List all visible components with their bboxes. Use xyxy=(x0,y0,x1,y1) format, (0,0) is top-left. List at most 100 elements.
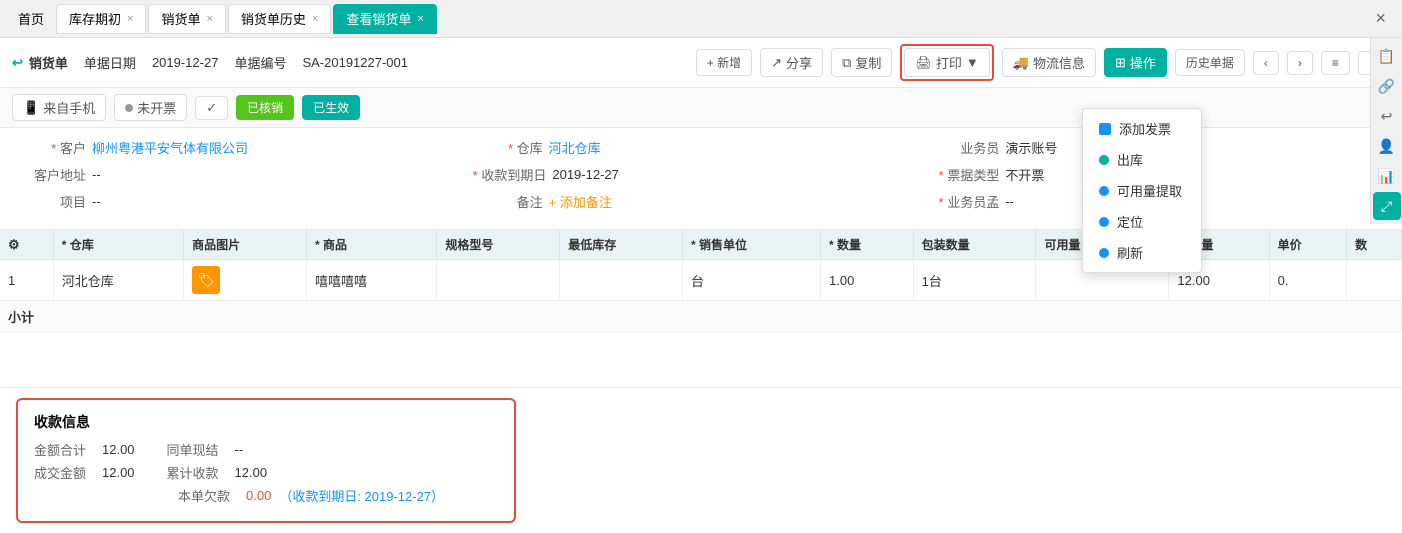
product-image: 🏷 xyxy=(192,266,220,294)
project-field: 项目 -- xyxy=(16,192,473,211)
dropdown-item-available[interactable]: 可用量提取 xyxy=(1083,175,1201,206)
bottom-area: 收款信息 金额合计 12.00 同单现结 -- 成交金额 12.00 累计收款 xyxy=(0,387,1402,533)
payment-box: 收款信息 金额合计 12.00 同单现结 -- 成交金额 12.00 累计收款 xyxy=(16,398,516,523)
sidebar-icon-expand[interactable]: ⤢ xyxy=(1373,192,1401,220)
remark-label: 备注 xyxy=(473,192,543,211)
sidebar-icon-1[interactable]: 📋 xyxy=(1373,42,1401,70)
right-sidebar: 📋 🔗 ↩ 👤 📊 ⤢ xyxy=(1370,38,1402,224)
print-highlight: 🖨 打印 ▼ xyxy=(900,44,993,81)
prev-button[interactable]: ‹ xyxy=(1253,51,1279,75)
refresh-label: 刷新 xyxy=(1117,243,1143,262)
current-due-value: 0.00 xyxy=(246,488,271,503)
sidebar-icon-3[interactable]: ↩ xyxy=(1373,102,1401,130)
cumulative-label: 累计收款 xyxy=(167,463,227,482)
share-icon: ↗ xyxy=(771,55,782,71)
dropdown-item-add-invoice[interactable]: 添加发票 xyxy=(1083,113,1201,144)
payment-row-2: 成交金额 12.00 累计收款 12.00 xyxy=(34,463,498,482)
cumulative-payment-field: 累计收款 12.00 xyxy=(167,463,268,482)
logistics-button[interactable]: 🚚 物流信息 xyxy=(1002,48,1096,77)
row-pack-qty: 1台 xyxy=(913,260,1036,301)
staff2-value: -- xyxy=(1005,194,1014,209)
transaction-value: 12.00 xyxy=(102,465,135,480)
total-amount-field: 金额合计 12.00 xyxy=(34,440,135,459)
sidebar-icon-4[interactable]: 👤 xyxy=(1373,132,1401,160)
warehouse-value[interactable]: 河北仓库 xyxy=(549,138,601,157)
share-button[interactable]: ↗ 分享 xyxy=(760,48,823,77)
cumulative-value: 12.00 xyxy=(235,465,268,480)
due-date-note: （收款到期日: 2019-12-27） xyxy=(279,486,444,505)
customer-field: * * 客户客户 柳州粤港平安气体有限公司 xyxy=(16,138,473,157)
sidebar-icon-5[interactable]: 📊 xyxy=(1373,162,1401,190)
row-spec xyxy=(437,260,560,301)
col-settings[interactable]: ⚙ xyxy=(0,230,53,260)
add-remark-button[interactable]: + 添加备注 xyxy=(549,192,612,211)
tab-close-icon[interactable]: × xyxy=(417,13,423,25)
doc-date-value: 2019-12-27 xyxy=(152,55,219,70)
operations-button[interactable]: ⊞ 操作 xyxy=(1104,48,1167,77)
dropdown-item-outbound[interactable]: 出库 xyxy=(1083,144,1201,175)
outbound-icon xyxy=(1099,155,1109,165)
print-icon: 🖨 xyxy=(915,55,932,71)
phone-icon: 📱 xyxy=(23,100,39,116)
tab-sales-history[interactable]: 销货单历史 × xyxy=(228,4,331,34)
add-invoice-icon xyxy=(1099,123,1111,135)
tab-label: 销货单 xyxy=(161,9,200,28)
payment-row-1: 金额合计 12.00 同单现结 -- xyxy=(34,440,498,459)
customer-value[interactable]: 柳州粤港平安气体有限公司 xyxy=(92,138,248,157)
doc-header: ↩ 销货单 单据日期 2019-12-27 单据编号 SA-20191227-0… xyxy=(0,38,1402,88)
toolbar: + 新增 ↗ 分享 ⧉ 复制 🖨 打印 ▼ 🚚 物流信息 ⊞ xyxy=(696,44,1390,81)
locate-icon xyxy=(1099,217,1109,227)
current-due-field: 本单欠款 0.00 （收款到期日: 2019-12-27） xyxy=(178,486,444,505)
col-warehouse: * 仓库 xyxy=(53,230,183,260)
tab-close-icon[interactable]: × xyxy=(312,13,318,25)
col-extra: 数 xyxy=(1347,230,1402,260)
staff-label: 业务员 xyxy=(929,138,999,157)
project-label: 项目 xyxy=(16,192,86,211)
refresh-icon xyxy=(1099,248,1109,258)
list-view-button[interactable]: ≡ xyxy=(1321,51,1350,75)
operations-dropdown: 添加发票 出库 可用量提取 定位 刷新 xyxy=(1082,108,1202,273)
copy-button[interactable]: ⧉ 复制 xyxy=(831,48,892,77)
due-date-label: * 收款到期日 xyxy=(473,165,547,184)
doc-number-label: 单据编号 xyxy=(234,53,286,72)
doc-type-icon: ↩ xyxy=(12,55,23,71)
col-unit-price: 单价 xyxy=(1269,230,1347,260)
row-extra xyxy=(1347,260,1402,301)
product-image-icon: 🏷 xyxy=(197,272,215,289)
tab-view-sales[interactable]: 查看销货单 × xyxy=(333,4,436,34)
tab-sales-order[interactable]: 销货单 × xyxy=(148,4,225,34)
tab-close-icon[interactable]: × xyxy=(206,13,212,25)
tab-home[interactable]: 首页 xyxy=(8,9,54,28)
print-dropdown-icon: ▼ xyxy=(966,55,979,70)
available-icon xyxy=(1099,186,1109,196)
doc-title: ↩ 销货单 xyxy=(12,53,68,72)
history-button[interactable]: 历史单据 xyxy=(1175,49,1245,76)
transaction-label: 成交金额 xyxy=(34,463,94,482)
col-image: 商品图片 xyxy=(184,230,307,260)
next-button[interactable]: › xyxy=(1287,51,1313,75)
new-button[interactable]: + 新增 xyxy=(696,49,752,76)
dropdown-item-refresh[interactable]: 刷新 xyxy=(1083,237,1201,268)
dropdown-item-locate[interactable]: 定位 xyxy=(1083,206,1201,237)
remark-field: 备注 + 添加备注 xyxy=(473,192,930,211)
tab-inventory-init[interactable]: 库存期初 × xyxy=(56,4,146,34)
sold-badge[interactable]: 已核销 xyxy=(236,95,294,120)
doc-number-value: SA-20191227-001 xyxy=(302,55,408,70)
check-button[interactable]: ✓ xyxy=(195,96,228,120)
effective-badge[interactable]: 已生效 xyxy=(302,95,360,120)
subtotal-row: 小计 xyxy=(0,301,1402,333)
due-date-value: 2019-12-27 xyxy=(552,167,619,182)
print-button[interactable]: 🖨 打印 ▼ xyxy=(904,48,989,77)
ticket-type-value: 不开票 xyxy=(1005,165,1044,184)
row-sales-unit: 台 xyxy=(683,260,821,301)
from-phone-button[interactable]: 📱 来自手机 xyxy=(12,94,106,121)
doc-meta: 单据日期 2019-12-27 单据编号 SA-20191227-001 xyxy=(84,53,408,72)
row-warehouse: 河北仓库 xyxy=(53,260,183,301)
project-value: -- xyxy=(92,194,101,209)
row-image: 🏷 xyxy=(184,260,307,301)
window-close-button[interactable]: × xyxy=(1367,8,1394,29)
same-order-field: 同单现结 -- xyxy=(167,440,244,459)
tab-close-icon[interactable]: × xyxy=(127,13,133,25)
not-opened-button[interactable]: 未开票 xyxy=(114,94,187,121)
sidebar-icon-2[interactable]: 🔗 xyxy=(1373,72,1401,100)
